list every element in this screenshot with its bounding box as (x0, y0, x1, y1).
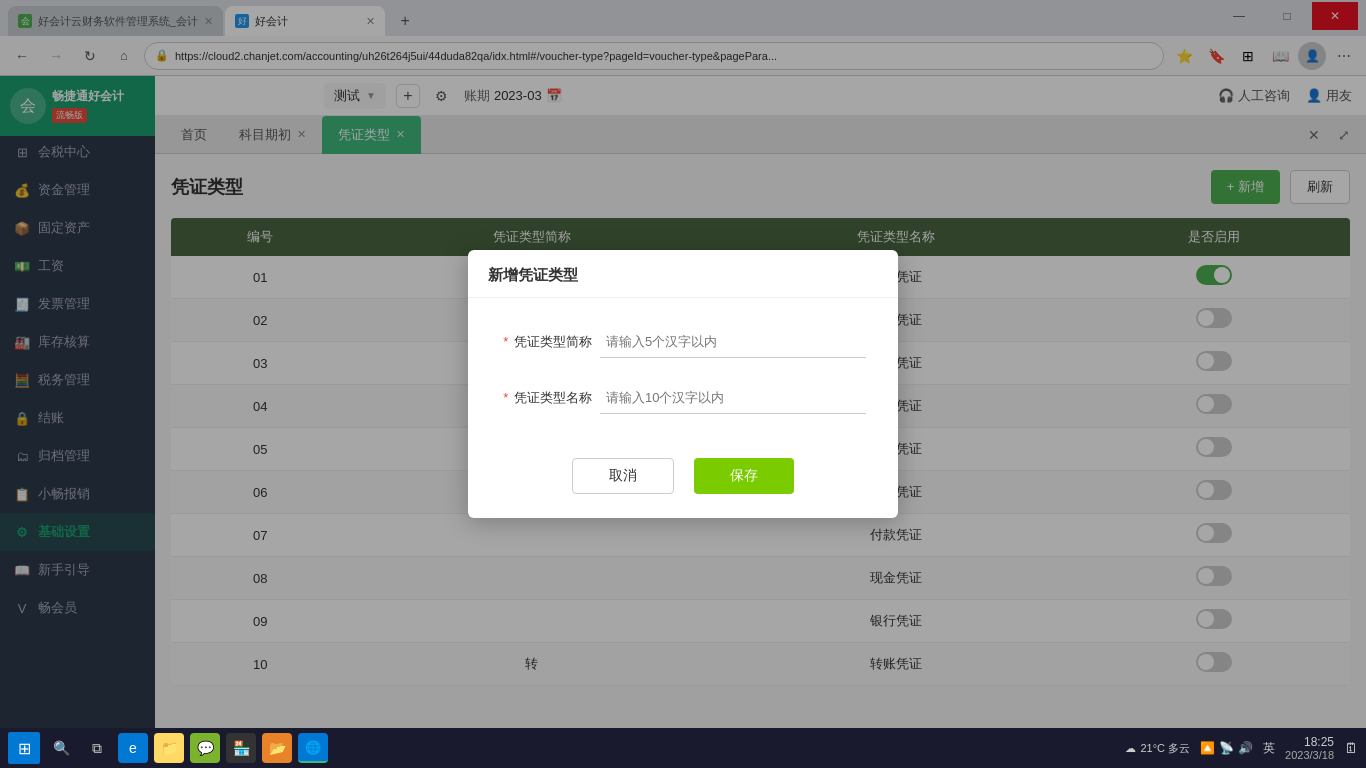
short-name-input[interactable] (600, 326, 866, 358)
browser-taskbar-icon[interactable]: 🌐 (298, 733, 328, 763)
modal-overlay: 新增凭证类型 * 凭证类型简称 * 凭证类型名称 (0, 0, 1366, 768)
language-indicator[interactable]: 英 (1263, 740, 1275, 757)
taskbar: ⊞ 🔍 ⧉ e 📁 💬 🏪 📂 🌐 ☁ 21°C 多云 🔼 📡 🔊 英 18:2… (0, 728, 1366, 768)
full-name-label: * 凭证类型名称 (500, 389, 600, 407)
weather-info: ☁ 21°C 多云 (1125, 741, 1190, 756)
short-name-row: * 凭证类型简称 (500, 326, 866, 358)
clock[interactable]: 18:25 2023/3/18 (1285, 735, 1334, 761)
appstore-taskbar-icon[interactable]: 🏪 (226, 733, 256, 763)
modal-dialog: 新增凭证类型 * 凭证类型简称 * 凭证类型名称 (468, 250, 898, 518)
full-name-input[interactable] (600, 382, 866, 414)
taskbar-right: ☁ 21°C 多云 🔼 📡 🔊 英 18:25 2023/3/18 🗓 (1125, 735, 1358, 761)
full-name-row: * 凭证类型名称 (500, 382, 866, 414)
search-taskbar-button[interactable]: 🔍 (46, 733, 76, 763)
wechat-taskbar-icon[interactable]: 💬 (190, 733, 220, 763)
save-button[interactable]: 保存 (694, 458, 794, 494)
modal-header: 新增凭证类型 (468, 250, 898, 298)
taskview-button[interactable]: ⧉ (82, 733, 112, 763)
browser-window: 会 好会计云财务软件管理系统_会计 ✕ 好 好会计 ✕ + — □ ✕ ← → … (0, 0, 1366, 768)
weather-text: 21°C 多云 (1140, 741, 1190, 756)
short-name-label: * 凭证类型简称 (500, 333, 600, 351)
edge-taskbar-icon[interactable]: e (118, 733, 148, 763)
modal-footer: 取消 保存 (468, 446, 898, 518)
modal-body: * 凭证类型简称 * 凭证类型名称 (468, 298, 898, 446)
system-icons[interactable]: 🔼 📡 🔊 (1200, 741, 1253, 755)
cancel-button[interactable]: 取消 (572, 458, 674, 494)
modal-title: 新增凭证类型 (488, 266, 578, 283)
weather-icon: ☁ (1125, 742, 1136, 755)
start-button[interactable]: ⊞ (8, 732, 40, 764)
folder2-taskbar-icon[interactable]: 📂 (262, 733, 292, 763)
date: 2023/3/18 (1285, 749, 1334, 761)
file-taskbar-icon[interactable]: 📁 (154, 733, 184, 763)
notification-button[interactable]: 🗓 (1344, 740, 1358, 756)
time: 18:25 (1285, 735, 1334, 749)
